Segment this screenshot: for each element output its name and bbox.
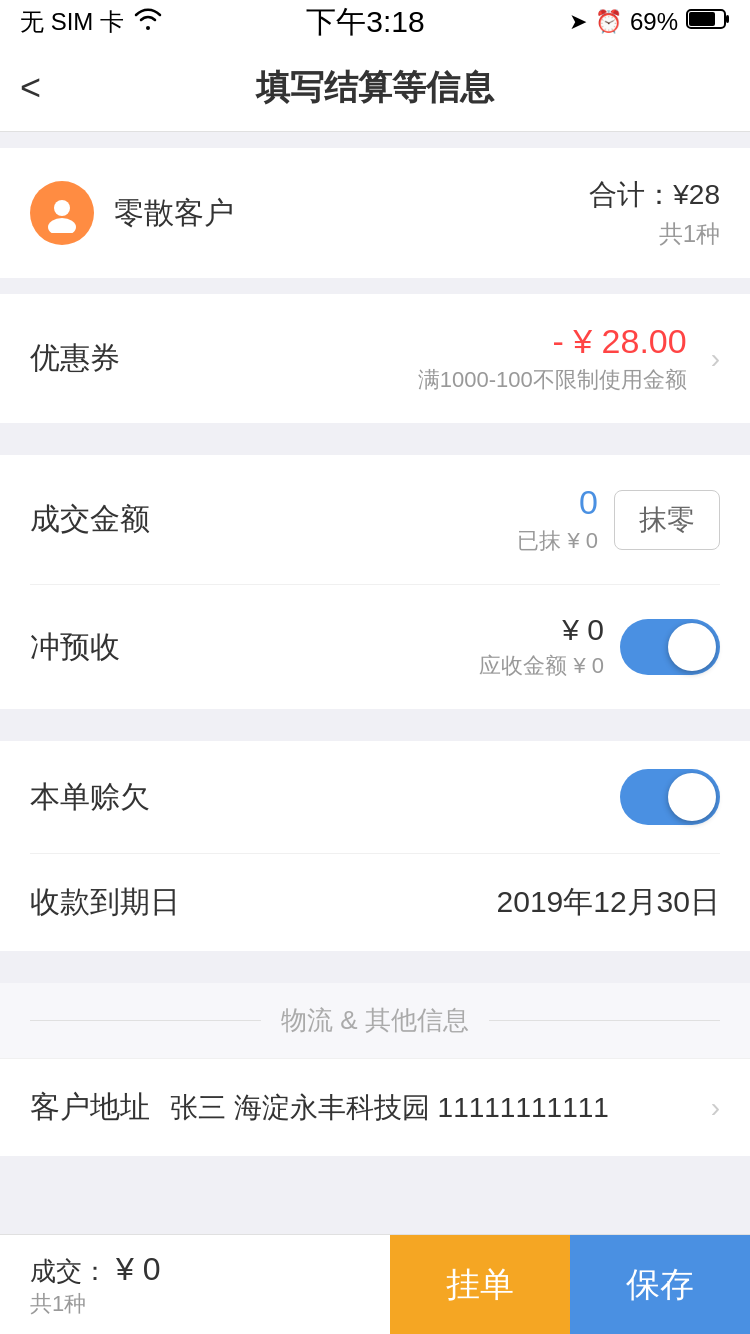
battery-percent: 69%	[630, 8, 678, 36]
status-time: 下午3:18	[306, 2, 424, 43]
customer-total: 合计：¥28 共1种	[589, 176, 720, 250]
nav-bar: < 填写结算等信息	[0, 44, 750, 132]
prepayment-amount: ¥ 0	[479, 613, 604, 647]
coupon-card[interactable]: 优惠券 - ¥ 28.00 满1000-100不限制使用金额 ›	[0, 294, 750, 423]
total-count: 共1种	[589, 218, 720, 250]
svg-point-3	[54, 200, 70, 216]
transaction-right: 0 已抹 ¥ 0 抹零	[517, 483, 720, 556]
customer-info: 零散客户	[30, 181, 234, 245]
prepayment-label: 冲预收	[30, 627, 120, 668]
back-button[interactable]: <	[20, 67, 41, 109]
due-date-value: 2019年12月30日	[497, 882, 720, 923]
wifi-icon	[134, 8, 162, 36]
battery-icon	[686, 8, 730, 36]
debt-label: 本单赊欠	[30, 777, 150, 818]
pending-label: 挂单	[446, 1262, 514, 1308]
bottom-amount: ¥ 0	[116, 1251, 160, 1288]
coupon-right[interactable]: - ¥ 28.00 满1000-100不限制使用金额 ›	[418, 322, 720, 395]
address-label: 客户地址	[30, 1087, 150, 1128]
bottom-summary: 成交： ¥ 0 共1种	[0, 1235, 390, 1334]
svg-rect-2	[726, 15, 729, 23]
coupon-label: 优惠券	[30, 338, 120, 379]
bottom-bar: 成交： ¥ 0 共1种 挂单 保存	[0, 1234, 750, 1334]
prepayment-right: ¥ 0 应收金额 ¥ 0	[479, 613, 720, 681]
signal-text: 无 SIM 卡	[20, 6, 124, 38]
pending-button[interactable]: 挂单	[390, 1235, 570, 1334]
logistics-card: 物流 & 其他信息 客户地址 张三 海淀永丰科技园 11111111111 ›	[0, 983, 750, 1156]
alarm-icon: ⏰	[595, 9, 622, 35]
section-divider-1	[0, 439, 750, 455]
customer-card: 零散客户 合计：¥28 共1种	[0, 148, 750, 278]
address-row[interactable]: 客户地址 张三 海淀永丰科技园 11111111111 ›	[0, 1059, 750, 1156]
coupon-value: - ¥ 28.00	[418, 322, 687, 361]
bottom-count: 共1种	[30, 1289, 360, 1319]
due-date-row: 收款到期日 2019年12月30日	[0, 854, 750, 951]
prepayment-sub: 应收金额 ¥ 0	[479, 651, 604, 681]
debt-toggle-knob	[668, 773, 716, 821]
section-divider-3	[0, 967, 750, 983]
toggle-knob	[668, 623, 716, 671]
save-label: 保存	[626, 1262, 694, 1308]
total-amount: 合计：¥28	[589, 176, 720, 214]
page-title: 填写结算等信息	[256, 65, 494, 111]
debt-toggle[interactable]	[620, 769, 720, 825]
avatar	[30, 181, 94, 245]
transaction-label: 成交金额	[30, 499, 150, 540]
logistics-line-right	[489, 1020, 720, 1021]
round-button[interactable]: 抹零	[614, 490, 720, 550]
transaction-value[interactable]: 0	[579, 483, 598, 521]
transaction-sub: 已抹 ¥ 0	[517, 526, 598, 556]
svg-rect-1	[689, 12, 715, 26]
transaction-row: 成交金额 0 已抹 ¥ 0 抹零	[0, 455, 750, 584]
address-chevron-icon: ›	[711, 1092, 720, 1124]
customer-name: 零散客户	[114, 193, 234, 234]
coupon-desc: 满1000-100不限制使用金额	[418, 365, 687, 395]
debt-row: 本单赊欠	[0, 741, 750, 853]
chevron-right-icon: ›	[711, 343, 720, 375]
debt-card: 本单赊欠 收款到期日 2019年12月30日	[0, 741, 750, 951]
transaction-card: 成交金额 0 已抹 ¥ 0 抹零 冲预收 ¥ 0 应收金额 ¥ 0	[0, 455, 750, 709]
coupon-row[interactable]: 优惠券 - ¥ 28.00 满1000-100不限制使用金额 ›	[0, 294, 750, 423]
address-value: 张三 海淀永丰科技园 11111111111	[170, 1089, 691, 1127]
section-divider-2	[0, 725, 750, 741]
logistics-line-left	[30, 1020, 261, 1021]
due-date-label: 收款到期日	[30, 882, 180, 923]
prepayment-row: 冲预收 ¥ 0 应收金额 ¥ 0	[0, 585, 750, 709]
bottom-label: 成交：	[30, 1254, 108, 1289]
debt-right	[620, 769, 720, 825]
status-bar: 无 SIM 卡 下午3:18 ➤ ⏰ 69%	[0, 0, 750, 44]
logistics-header: 物流 & 其他信息	[0, 983, 750, 1058]
prepayment-toggle[interactable]	[620, 619, 720, 675]
customer-row: 零散客户 合计：¥28 共1种	[0, 148, 750, 278]
status-right: ➤ ⏰ 69%	[569, 8, 730, 36]
location-icon: ➤	[569, 9, 587, 35]
save-button[interactable]: 保存	[570, 1235, 750, 1334]
status-left: 无 SIM 卡	[20, 6, 162, 38]
svg-point-4	[48, 218, 76, 233]
logistics-title: 物流 & 其他信息	[261, 1003, 489, 1038]
